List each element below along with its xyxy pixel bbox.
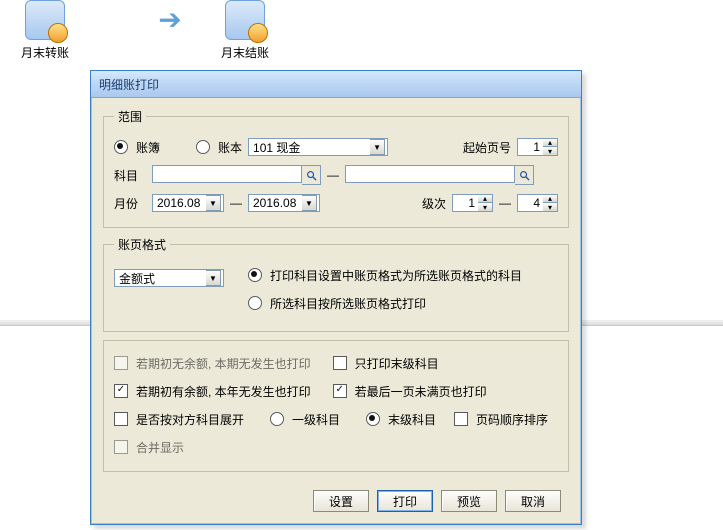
- check-expand-opposite-label[interactable]: 是否按对方科目展开: [136, 411, 244, 428]
- ledger-icon: [25, 0, 65, 40]
- check-merge-label: 合并显示: [136, 439, 184, 456]
- search-icon[interactable]: [515, 165, 534, 185]
- subject-label: 科目: [114, 167, 146, 184]
- radio-format2[interactable]: [248, 296, 262, 310]
- dash-label: —: [327, 168, 339, 182]
- combo-bookone-value: 101 现金: [251, 139, 370, 156]
- desktop-icon-transfer[interactable]: 月末转账: [15, 0, 75, 61]
- chevron-down-icon[interactable]: ▼: [206, 195, 221, 211]
- group-format: 账页格式 金额式 ▼ 打印科目设置中账页格式为所选账页格式的科目 所选科目按所选…: [103, 236, 569, 332]
- arrow-icon: ➔: [145, 0, 195, 38]
- desktop-icon-close[interactable]: 月末结账: [215, 0, 275, 61]
- spinner-down-icon[interactable]: ▾: [478, 203, 493, 212]
- group-range-legend: 范围: [114, 108, 146, 125]
- dash-label: —: [230, 196, 242, 210]
- radio-book-one[interactable]: [196, 140, 210, 154]
- month-from-value: 2016.08: [155, 196, 206, 210]
- level-label: 级次: [422, 195, 446, 212]
- subject-to-input: [345, 165, 515, 183]
- check-opening-nonzero[interactable]: [114, 384, 128, 398]
- level-to-spinner[interactable]: 4 ▴▾: [517, 194, 558, 212]
- check-only-leaf-label[interactable]: 只打印末级科目: [355, 355, 439, 372]
- dialog-title[interactable]: 明细账打印: [91, 71, 581, 98]
- subject-to[interactable]: [345, 165, 534, 185]
- chevron-down-icon[interactable]: ▼: [302, 195, 317, 211]
- combo-format-value: 金额式: [117, 270, 206, 287]
- subject-from[interactable]: [152, 165, 321, 185]
- radio-leaf-label[interactable]: 末级科目: [388, 411, 436, 428]
- ledger-icon: [225, 0, 265, 40]
- cancel-button[interactable]: 取消: [505, 490, 561, 512]
- search-icon[interactable]: [302, 165, 321, 185]
- radio-leaf[interactable]: [366, 412, 380, 426]
- subject-from-input: [152, 165, 302, 183]
- settings-button[interactable]: 设置: [313, 490, 369, 512]
- month-to-combo[interactable]: 2016.08 ▼: [248, 194, 320, 212]
- start-page-label: 起始页号: [463, 139, 511, 156]
- check-merge: [114, 440, 128, 454]
- radio-format1-label[interactable]: 打印科目设置中账页格式为所选账页格式的科目: [270, 267, 522, 284]
- group-format-legend: 账页格式: [114, 236, 170, 253]
- desktop-icon-label: 月末结账: [215, 44, 275, 61]
- radio-book-all[interactable]: [114, 140, 128, 154]
- radio-level1[interactable]: [270, 412, 284, 426]
- month-from-combo[interactable]: 2016.08 ▼: [152, 194, 224, 212]
- check-opening-zero: [114, 356, 128, 370]
- check-pageorder[interactable]: [454, 412, 468, 426]
- check-pageorder-label[interactable]: 页码顺序排序: [476, 411, 548, 428]
- check-opening-nonzero-label[interactable]: 若期初有余额, 本年无发生也打印: [136, 383, 311, 400]
- spinner-down-icon[interactable]: ▾: [543, 203, 558, 212]
- group-range: 范围 账簿 账本 101 现金 ▼ 起始页号 1 ▴ ▾: [103, 108, 569, 228]
- radio-format1[interactable]: [248, 268, 262, 282]
- combo-format[interactable]: 金额式 ▼: [114, 269, 224, 287]
- radio-level1-label[interactable]: 一级科目: [292, 411, 340, 428]
- month-label: 月份: [114, 195, 146, 212]
- check-opening-zero-label: 若期初无余额, 本期无发生也打印: [136, 355, 311, 372]
- preview-button[interactable]: 预览: [441, 490, 497, 512]
- print-dialog: 明细账打印 范围 账簿 账本 101 现金 ▼ 起始页号 1: [90, 70, 582, 525]
- print-button[interactable]: 打印: [377, 490, 433, 512]
- chevron-down-icon[interactable]: ▼: [370, 139, 385, 155]
- check-expand-opposite[interactable]: [114, 412, 128, 426]
- desktop-icon-label: 月末转账: [15, 44, 75, 61]
- dash-label: —: [499, 196, 511, 210]
- group-options: 若期初无余额, 本期无发生也打印 只打印末级科目 若期初有余额, 本年无发生也打…: [103, 340, 569, 472]
- level-to-value: 4: [517, 194, 543, 212]
- check-only-leaf[interactable]: [333, 356, 347, 370]
- start-page-spinner[interactable]: 1 ▴ ▾: [517, 138, 558, 156]
- spinner-down-icon[interactable]: ▾: [543, 147, 558, 156]
- radio-book-one-label[interactable]: 账本: [218, 139, 242, 156]
- radio-format2-label[interactable]: 所选科目按所选账页格式打印: [270, 295, 426, 312]
- level-from-spinner[interactable]: 1 ▴▾: [452, 194, 493, 212]
- chevron-down-icon[interactable]: ▼: [206, 270, 221, 286]
- check-last-page[interactable]: [333, 384, 347, 398]
- check-last-page-label[interactable]: 若最后一页未满页也打印: [355, 383, 487, 400]
- level-from-value: 1: [452, 194, 478, 212]
- radio-book-all-label[interactable]: 账簿: [136, 139, 160, 156]
- month-to-value: 2016.08: [251, 196, 302, 210]
- combo-bookone[interactable]: 101 现金 ▼: [248, 138, 388, 156]
- start-page-value: 1: [517, 138, 543, 156]
